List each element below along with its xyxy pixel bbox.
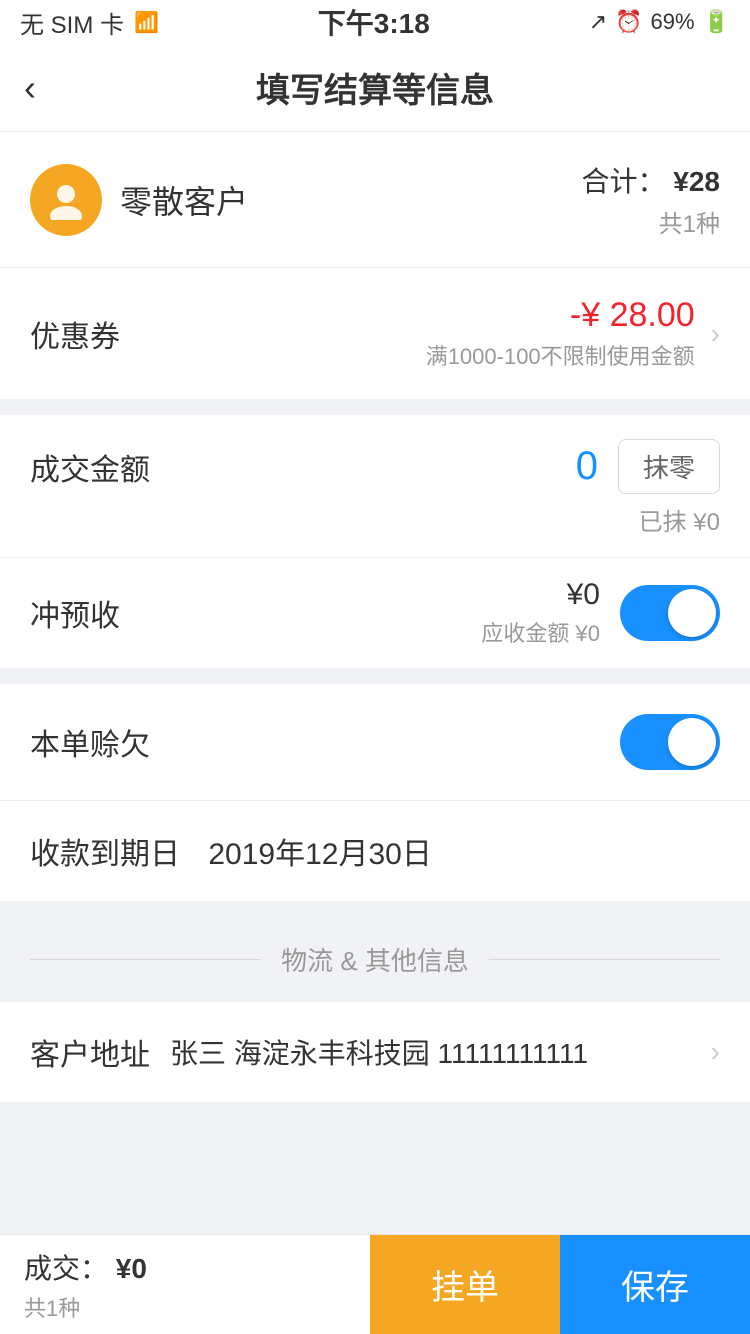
customer-right: 合计： ¥28 共1种 <box>581 160 720 239</box>
amount-right: 0 抹零 <box>576 439 720 494</box>
prepay-amount: ¥0 <box>481 578 600 612</box>
customer-count: 共1种 <box>581 204 720 239</box>
hang-button[interactable]: 挂单 <box>370 1235 560 1334</box>
coupon-row[interactable]: 优惠券 -¥ 28.00 满1000-100不限制使用金额 › <box>0 267 750 399</box>
coupon-amount: -¥ 28.00 <box>426 296 695 335</box>
prepay-row: 冲预收 ¥0 应收金额 ¥0 <box>0 557 750 668</box>
debt-section: 本单赊欠 收款到期日 2019年12月30日 <box>0 684 750 901</box>
status-time: 下午3:18 <box>318 2 430 42</box>
content-area: 零散客户 合计： ¥28 共1种 优惠券 -¥ 28.00 满1000-100不… <box>0 132 750 1238</box>
logistics-title: 物流 & 其他信息 <box>281 941 469 978</box>
due-date-label: 收款到期日 <box>30 838 180 871</box>
debt-row: 本单赊欠 <box>0 684 750 800</box>
round-button[interactable]: 抹零 <box>618 439 720 494</box>
address-label: 客户地址 <box>30 1030 150 1074</box>
debt-label: 本单赊欠 <box>30 720 150 764</box>
page-title: 填写结算等信息 <box>256 63 494 112</box>
address-section: 客户地址 张三 海淀永丰科技园 11111111111 › <box>0 1002 750 1102</box>
due-date-value: 2019年12月30日 <box>208 838 431 871</box>
prepay-toggle[interactable] <box>620 585 720 641</box>
customer-name: 零散客户 <box>120 177 248 223</box>
location-icon: ↗ <box>589 9 607 35</box>
logistics-header: 物流 & 其他信息 <box>0 917 750 1002</box>
customer-section: 零散客户 合计： ¥28 共1种 优惠券 -¥ 28.00 满1000-100不… <box>0 132 750 399</box>
back-button[interactable]: ‹ <box>24 67 36 109</box>
status-right: ↗ ⏰ 69% 🔋 <box>589 9 730 35</box>
coupon-label: 优惠券 <box>30 312 120 356</box>
coupon-right: -¥ 28.00 满1000-100不限制使用金额 › <box>426 296 720 371</box>
address-row[interactable]: 客户地址 张三 海淀永丰科技园 11111111111 › <box>0 1002 750 1102</box>
toggle-knob <box>668 589 716 637</box>
logistics-line-left <box>30 959 261 960</box>
status-bar: 无 SIM 卡 📶 下午3:18 ↗ ⏰ 69% 🔋 <box>0 0 750 44</box>
bottom-bar: 成交： ¥0 共1种 挂单 保存 <box>0 1234 750 1334</box>
debt-toggle[interactable] <box>620 714 720 770</box>
save-button[interactable]: 保存 <box>560 1235 750 1334</box>
alarm-icon: ⏰ <box>615 9 642 35</box>
chevron-right-icon: › <box>711 318 720 350</box>
transaction-label: 成交金额 <box>30 445 150 489</box>
avatar <box>30 164 102 236</box>
battery-level: 69% <box>651 9 695 35</box>
debt-toggle-knob <box>668 718 716 766</box>
transaction-sub: 已抹 ¥0 <box>0 502 750 557</box>
bottom-deal-value: ¥0 <box>116 1253 147 1284</box>
customer-row: 零散客户 合计： ¥28 共1种 <box>0 132 750 267</box>
nav-bar: ‹ 填写结算等信息 <box>0 44 750 132</box>
customer-total: 合计： ¥28 <box>581 160 720 200</box>
customer-left: 零散客户 <box>30 164 248 236</box>
prepay-right: ¥0 应收金额 ¥0 <box>481 578 720 648</box>
wifi-icon: 📶 <box>134 10 159 35</box>
status-left: 无 SIM 卡 📶 <box>20 5 159 40</box>
prepay-sub: 应收金额 ¥0 <box>481 616 600 648</box>
transaction-value: 0 <box>576 444 598 489</box>
transaction-section: 成交金额 0 抹零 已抹 ¥0 冲预收 ¥0 应收金额 ¥0 <box>0 415 750 668</box>
logistics-line-right <box>489 959 720 960</box>
sim-status: 无 SIM 卡 <box>20 5 124 40</box>
coupon-desc: 满1000-100不限制使用金额 <box>426 339 695 371</box>
amount-row: 成交金额 0 抹零 <box>0 415 750 502</box>
total-value: ¥28 <box>673 166 720 197</box>
due-date-row: 收款到期日 2019年12月30日 <box>0 800 750 901</box>
prepay-value-block: ¥0 应收金额 ¥0 <box>481 578 600 648</box>
bottom-count: 共1种 <box>24 1291 346 1323</box>
bottom-deal-label: 成交： <box>24 1253 108 1284</box>
address-chevron-icon: › <box>711 1036 720 1068</box>
coupon-value-block: -¥ 28.00 满1000-100不限制使用金额 <box>426 296 695 371</box>
address-value: 张三 海淀永丰科技园 11111111111 <box>170 1032 711 1072</box>
bottom-deal-line: 成交： ¥0 <box>24 1247 346 1287</box>
bottom-info: 成交： ¥0 共1种 <box>0 1235 370 1334</box>
battery-icon: 🔋 <box>703 9 730 35</box>
prepay-label: 冲预收 <box>30 591 120 635</box>
total-label: 合计： <box>581 166 665 197</box>
